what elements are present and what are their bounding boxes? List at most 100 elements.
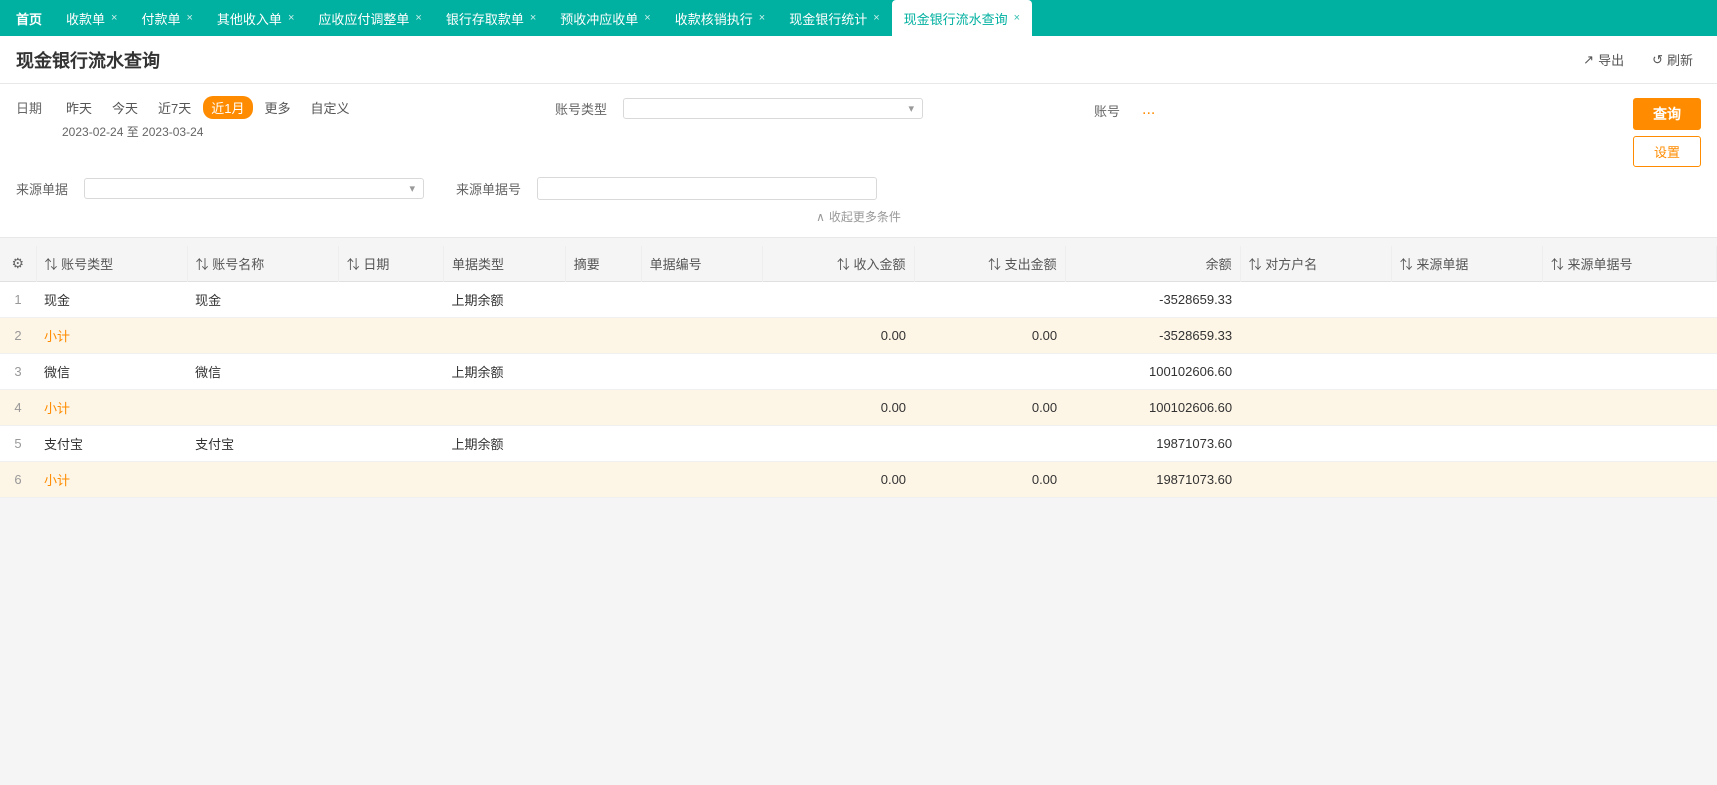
cell-account-type: 微信 [36, 354, 187, 390]
cell-balance: 100102606.60 [1065, 354, 1240, 390]
export-icon: ↗ [1583, 52, 1594, 68]
nav-payment-close-icon[interactable]: × [186, 12, 192, 24]
date-filter-label: 日期 [16, 98, 42, 117]
cell-date [338, 390, 443, 426]
settings-gear-icon[interactable]: ⚙ [11, 255, 24, 271]
table-row[interactable]: 4小计0.000.00100102606.60 [0, 390, 1717, 426]
nav-item-receipt[interactable]: 收款单 × [54, 0, 129, 36]
cell-source-doc [1391, 354, 1542, 390]
th-balance: 余额 [1065, 246, 1240, 282]
cell-account-type: 小计 [36, 390, 187, 426]
nav-item-other-income[interactable]: 其他收入单 × [205, 0, 306, 36]
nav-pre-receipt-close-icon[interactable]: × [644, 12, 650, 24]
th-expense[interactable]: ⇅ 支出金额 [914, 246, 1065, 282]
table-row[interactable]: 1现金现金上期余额-3528659.33 [0, 282, 1717, 318]
date-opt-custom[interactable]: 自定义 [303, 96, 358, 119]
page-title: 现金银行流水查询 [16, 47, 160, 73]
date-opt-7days[interactable]: 近7天 [150, 96, 199, 119]
nav-receipt-verify-label: 收款核销执行 [675, 9, 753, 28]
table-header-row: ⚙ ⇅ 账号类型 ⇅ 账号名称 ⇅ 日期 单据类型 摘要 单据编 [0, 246, 1717, 282]
th-account-name[interactable]: ⇅ 账号名称 [187, 246, 338, 282]
date-options: 昨天 今天 近7天 近1月 更多 自定义 [58, 96, 358, 119]
nav-item-payment[interactable]: 付款单 × [129, 0, 204, 36]
cell-doc-no [641, 390, 763, 426]
table-container: ⚙ ⇅ 账号类型 ⇅ 账号名称 ⇅ 日期 单据类型 摘要 单据编 [0, 246, 1717, 498]
cell-doc-no [641, 426, 763, 462]
table-row[interactable]: 6小计0.000.0019871073.60 [0, 462, 1717, 498]
top-navigation: 首页 收款单 × 付款单 × 其他收入单 × 应收应付调整单 × 银行存取款单 … [0, 0, 1717, 36]
nav-payment-label: 付款单 [141, 9, 180, 28]
cell-doc-no [641, 282, 763, 318]
nav-bank-deposit-label: 银行存取款单 [446, 9, 524, 28]
cell-counterpart [1240, 318, 1391, 354]
th-source-doc-no-label: ⇅ 来源单据号 [1551, 257, 1633, 272]
nav-item-ar-ap-adjust[interactable]: 应收应付调整单 × [306, 0, 433, 36]
cell-num: 6 [0, 462, 36, 498]
table-row[interactable]: 2小计0.000.00-3528659.33 [0, 318, 1717, 354]
cell-num: 4 [0, 390, 36, 426]
nav-item-home[interactable]: 首页 [4, 0, 54, 36]
account-type-select[interactable]: ▾ [623, 98, 923, 119]
nav-item-cash-bank-flow[interactable]: 现金银行流水查询 × [892, 0, 1032, 36]
account-ellipsis-button[interactable]: ... [1136, 98, 1161, 122]
cell-balance: 19871073.60 [1065, 426, 1240, 462]
nav-cash-bank-flow-close-icon[interactable]: × [1014, 12, 1020, 24]
export-button[interactable]: ↗ 导出 [1575, 46, 1632, 73]
collapse-bar[interactable]: ∧ 收起更多条件 [16, 204, 1701, 225]
nav-receipt-verify-close-icon[interactable]: × [759, 12, 765, 24]
nav-cash-bank-flow-label: 现金银行流水查询 [904, 9, 1008, 28]
cell-income [763, 282, 914, 318]
nav-bank-deposit-close-icon[interactable]: × [530, 12, 536, 24]
account-label: 账号 [1094, 101, 1120, 120]
cell-source-doc-no [1542, 462, 1716, 498]
cell-account-type: 支付宝 [36, 426, 187, 462]
source-doc-select[interactable]: ▾ [84, 178, 424, 199]
cell-source-doc-no [1542, 354, 1716, 390]
date-opt-today[interactable]: 今天 [104, 96, 146, 119]
th-doc-no: 单据编号 [641, 246, 763, 282]
cell-source-doc [1391, 426, 1542, 462]
cell-source-doc [1391, 318, 1542, 354]
source-doc-no-input[interactable] [537, 177, 877, 200]
th-source-doc-no[interactable]: ⇅ 来源单据号 [1542, 246, 1716, 282]
cell-date [338, 426, 443, 462]
cell-summary [565, 390, 641, 426]
refresh-button[interactable]: ↺ 刷新 [1644, 46, 1701, 73]
date-opt-1month[interactable]: 近1月 [203, 96, 252, 119]
date-opt-more[interactable]: 更多 [257, 96, 299, 119]
cell-source-doc [1391, 282, 1542, 318]
cell-doc-type [443, 390, 565, 426]
th-account-type[interactable]: ⇅ 账号类型 [36, 246, 187, 282]
th-income[interactable]: ⇅ 收入金额 [763, 246, 914, 282]
nav-other-income-close-icon[interactable]: × [288, 12, 294, 24]
cell-source-doc-no [1542, 282, 1716, 318]
th-date[interactable]: ⇅ 日期 [338, 246, 443, 282]
query-button[interactable]: 查询 [1633, 98, 1701, 130]
settings-button[interactable]: 设置 [1633, 136, 1701, 167]
cell-summary [565, 282, 641, 318]
cell-num: 1 [0, 282, 36, 318]
nav-ar-ap-adjust-close-icon[interactable]: × [415, 12, 421, 24]
cell-num: 3 [0, 354, 36, 390]
th-source-doc[interactable]: ⇅ 来源单据 [1391, 246, 1542, 282]
date-opt-yesterday[interactable]: 昨天 [58, 96, 100, 119]
nav-cash-bank-stat-close-icon[interactable]: × [873, 12, 879, 24]
nav-receipt-label: 收款单 [66, 9, 105, 28]
table-row[interactable]: 5支付宝支付宝上期余额19871073.60 [0, 426, 1717, 462]
nav-home-label: 首页 [16, 9, 42, 28]
nav-item-pre-receipt[interactable]: 预收冲应收单 × [548, 0, 662, 36]
nav-receipt-close-icon[interactable]: × [111, 12, 117, 24]
cell-account-type: 小计 [36, 462, 187, 498]
th-counterpart[interactable]: ⇅ 对方户名 [1240, 246, 1391, 282]
data-table: ⚙ ⇅ 账号类型 ⇅ 账号名称 ⇅ 日期 单据类型 摘要 单据编 [0, 246, 1717, 498]
cell-source-doc [1391, 390, 1542, 426]
nav-item-bank-deposit[interactable]: 银行存取款单 × [434, 0, 548, 36]
cell-counterpart [1240, 390, 1391, 426]
nav-item-receipt-verify[interactable]: 收款核销执行 × [663, 0, 777, 36]
date-range-display: 2023-02-24 至 2023-03-24 [62, 123, 203, 140]
table-row[interactable]: 3微信微信上期余额100102606.60 [0, 354, 1717, 390]
th-settings[interactable]: ⚙ [0, 246, 36, 282]
cell-date [338, 354, 443, 390]
nav-item-cash-bank-stat[interactable]: 现金银行统计 × [777, 0, 891, 36]
nav-pre-receipt-label: 预收冲应收单 [560, 9, 638, 28]
